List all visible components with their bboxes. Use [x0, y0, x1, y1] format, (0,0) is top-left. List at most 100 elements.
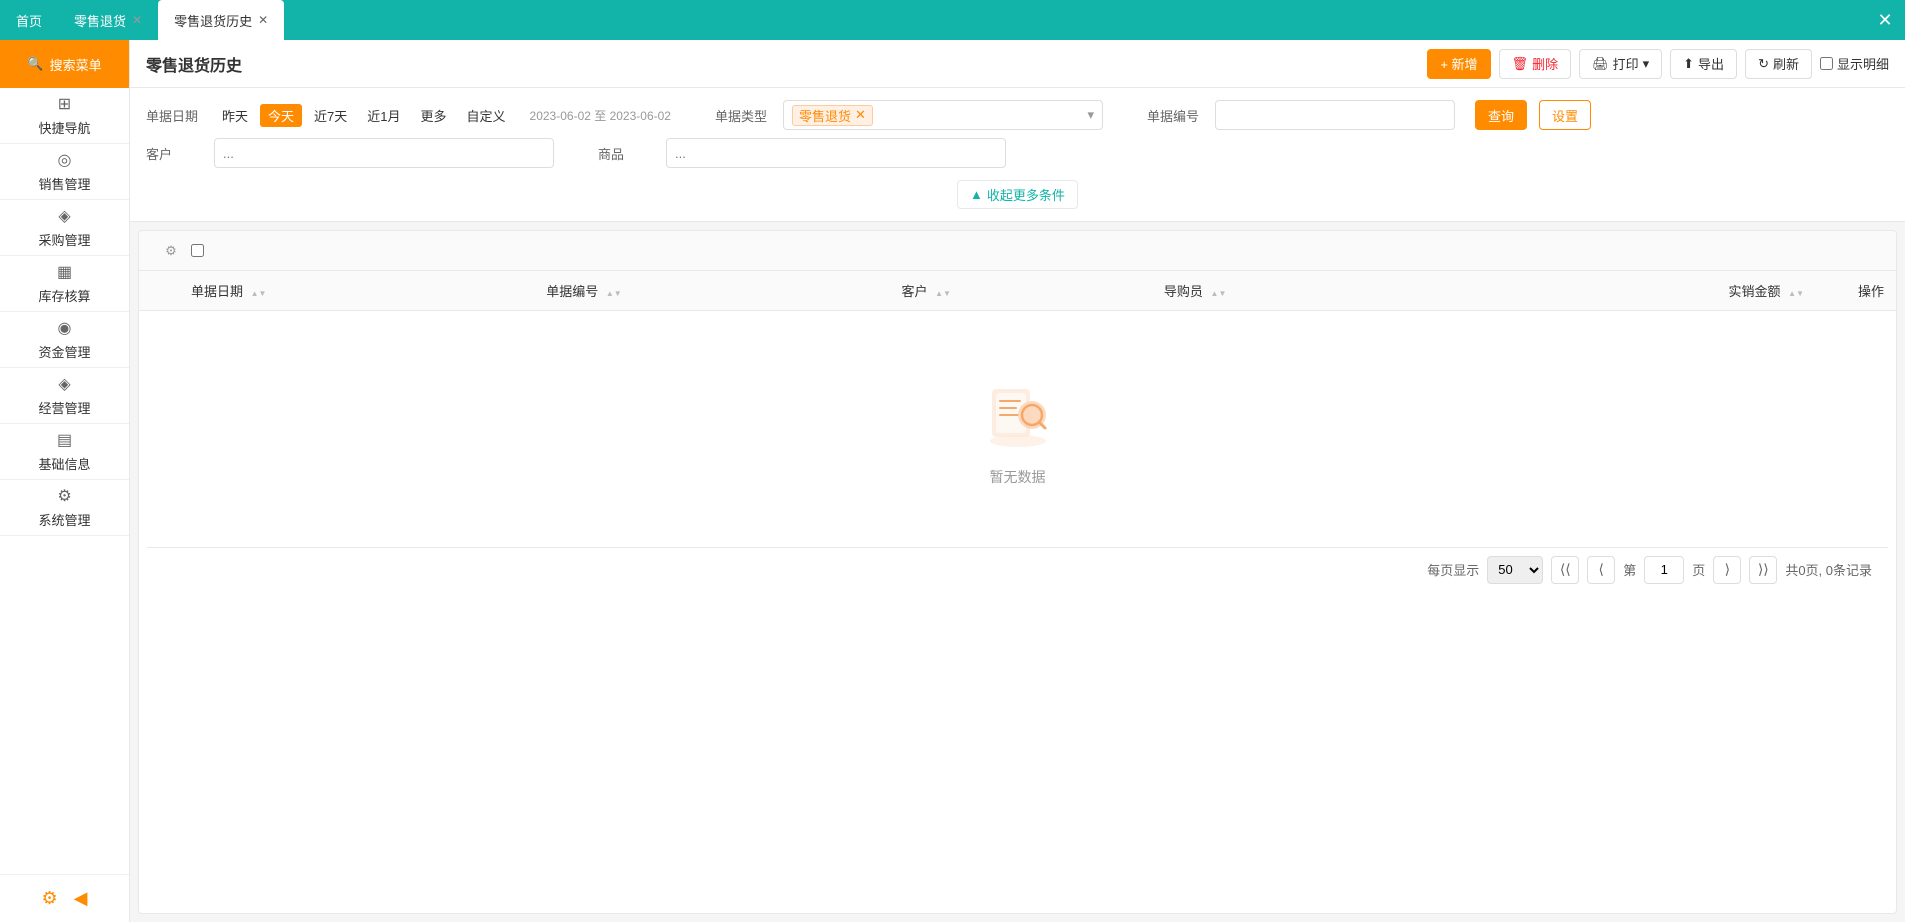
show-detail-checkbox[interactable]: [1820, 57, 1833, 70]
date-opt-1month[interactable]: 近1月: [359, 104, 408, 127]
content-area: 零售退货历史 + 新增 🗑 删除 🖨 打印 ▾ ⬆ 导出 ↻: [130, 40, 1905, 922]
date-filter-label: 单据日期: [146, 106, 202, 125]
operations-icon: ◈: [58, 374, 70, 394]
empty-state-cell: 暂无数据: [139, 311, 1896, 548]
page-number-input[interactable]: 1: [1644, 556, 1684, 584]
page-suffix: 页: [1692, 560, 1705, 579]
inventory-icon: ▦: [57, 262, 72, 282]
sidebar-item-inventory[interactable]: ▦ 库存核算: [0, 256, 129, 312]
delete-icon: 🗑: [1512, 56, 1529, 72]
date-opt-7days[interactable]: 近7天: [306, 104, 355, 127]
collapse-icon: ▲: [970, 187, 983, 202]
date-opt-yesterday[interactable]: 昨天: [214, 104, 256, 127]
type-filter-select[interactable]: 零售退货 ✕ ▾: [783, 100, 1103, 130]
doc-num-sort-icon[interactable]: ▲▼: [606, 289, 622, 298]
close-tab-retail-return[interactable]: ✕: [132, 13, 142, 27]
refresh-button[interactable]: ↻ 刷新: [1745, 49, 1812, 79]
sidebar-item-basic-info[interactable]: ▤ 基础信息: [0, 424, 129, 480]
filter-row-2: 客户 商品: [146, 138, 1889, 168]
show-detail-checkbox-label[interactable]: 显示明细: [1820, 54, 1889, 73]
print-chevron-icon: ▾: [1643, 56, 1650, 72]
type-filter-label: 单据类型: [715, 106, 771, 125]
guide-sort-icon[interactable]: ▲▼: [1211, 289, 1227, 298]
table-header-row: 单据日期 ▲▼ 单据编号 ▲▼ 客户 ▲▼ 导购员: [139, 271, 1896, 311]
amount-sort-icon[interactable]: ▲▼: [1788, 289, 1804, 298]
date-range-display: 2023-06-02 至 2023-06-02: [530, 107, 671, 124]
th-checkbox: [139, 271, 179, 311]
query-button[interactable]: 查询: [1475, 100, 1527, 130]
date-opt-today[interactable]: 今天: [260, 104, 302, 127]
customer-filter-label: 客户: [146, 144, 202, 163]
header-actions: + 新增 🗑 删除 🖨 打印 ▾ ⬆ 导出 ↻ 刷新: [1427, 49, 1889, 79]
sales-icon: ◎: [58, 150, 72, 170]
th-doc-num: 单据编号 ▲▼: [534, 271, 889, 311]
search-icon: 🔍: [27, 56, 43, 72]
sidebar-search[interactable]: 🔍 搜索菜单: [0, 40, 129, 88]
empty-text: 暂无数据: [990, 467, 1046, 487]
refresh-icon: ↻: [1758, 56, 1769, 72]
table-toolbar: ⚙: [139, 231, 1896, 271]
sidebar-item-purchase[interactable]: ◈ 采购管理: [0, 200, 129, 256]
customer-input[interactable]: [214, 138, 554, 168]
purchase-icon: ◈: [58, 206, 70, 226]
main-layout: 🔍 搜索菜单 ⊞ 快捷导航 ◎ 销售管理 ◈ 采购管理 ▦ 库存核算 ◉ 资金管…: [0, 40, 1905, 922]
export-button[interactable]: ⬆ 导出: [1670, 49, 1737, 79]
system-icon: ⚙: [57, 486, 71, 506]
sidebar-item-quick-nav[interactable]: ⊞ 快捷导航: [0, 88, 129, 144]
collapse-filter-button[interactable]: ▲ 收起更多条件: [957, 180, 1078, 209]
next-page-button[interactable]: ⟩: [1713, 556, 1741, 584]
per-page-label: 每页显示: [1427, 560, 1479, 579]
page-title: 零售退货历史: [146, 52, 1427, 76]
sidebar-item-operations[interactable]: ◈ 经营管理: [0, 368, 129, 424]
sidebar-item-finance[interactable]: ◉ 资金管理: [0, 312, 129, 368]
th-amount: 实销金额 ▲▼: [1461, 271, 1816, 311]
page-label: 第: [1623, 560, 1636, 579]
th-date: 单据日期 ▲▼: [179, 271, 534, 311]
th-customer: 客户 ▲▼: [890, 271, 1152, 311]
goods-input[interactable]: [666, 138, 1006, 168]
last-page-button[interactable]: ⟩⟩: [1749, 556, 1777, 584]
add-button[interactable]: + 新增: [1427, 49, 1490, 79]
th-guide: 导购员 ▲▼: [1152, 271, 1461, 311]
table-settings-icon[interactable]: ⚙: [151, 243, 191, 259]
tab-retail-return-history[interactable]: 零售退货历史 ✕: [158, 0, 284, 40]
print-button[interactable]: 🖨 打印 ▾: [1579, 49, 1662, 79]
pagination: 每页显示 50 100 200 ⟨⟨ ⟨ 第 1 页 ⟩ ⟩⟩ 共0页, 0条记…: [147, 547, 1888, 591]
date-options: 昨天 今天 近7天 近1月 更多 自定义: [214, 104, 514, 127]
date-sort-icon[interactable]: ▲▼: [251, 289, 267, 298]
prev-page-button[interactable]: ⟨: [1587, 556, 1615, 584]
collapse-sidebar-icon[interactable]: ◀: [74, 888, 88, 909]
table-body: 暂无数据: [139, 311, 1896, 548]
goods-filter-label: 商品: [598, 144, 654, 163]
total-records: 共0页, 0条记录: [1785, 560, 1872, 579]
tab-home[interactable]: 首页: [0, 0, 58, 40]
customer-sort-icon[interactable]: ▲▼: [935, 289, 951, 298]
tab-retail-return[interactable]: 零售退货 ✕: [58, 0, 158, 40]
top-tab-bar: 首页 零售退货 ✕ 零售退货历史 ✕ ✕: [0, 0, 1905, 40]
empty-state-icon: [978, 371, 1058, 451]
doc-num-filter-label: 单据编号: [1147, 106, 1203, 125]
date-opt-custom[interactable]: 自定义: [459, 104, 514, 127]
first-page-button[interactable]: ⟨⟨: [1551, 556, 1579, 584]
collapse-area: ▲ 收起更多条件: [146, 176, 1889, 209]
close-tab-retail-return-history[interactable]: ✕: [258, 13, 268, 27]
basic-info-icon: ▤: [57, 430, 72, 450]
per-page-select[interactable]: 50 100 200: [1487, 556, 1543, 584]
settings-icon[interactable]: ⚙: [42, 888, 58, 909]
delete-button[interactable]: 🗑 删除: [1499, 49, 1572, 79]
doc-num-input[interactable]: [1215, 100, 1455, 130]
th-actions: 操作: [1816, 271, 1896, 311]
sidebar-item-sales[interactable]: ◎ 销售管理: [0, 144, 129, 200]
type-filter-chevron: ▾: [1087, 107, 1094, 123]
page-header: 零售退货历史 + 新增 🗑 删除 🖨 打印 ▾ ⬆ 导出 ↻: [130, 40, 1905, 88]
table-container: ⚙ 单据日期 ▲▼ 单据编号 ▲▼: [138, 230, 1897, 914]
select-all-checkbox[interactable]: [191, 244, 204, 257]
settings-filter-button[interactable]: 设置: [1539, 100, 1591, 130]
window-close-button[interactable]: ✕: [1865, 0, 1905, 40]
data-table: 单据日期 ▲▼ 单据编号 ▲▼ 客户 ▲▼ 导购员: [139, 271, 1896, 547]
type-filter-tag: 零售退货 ✕: [792, 105, 873, 126]
sidebar-bottom: ⚙ ◀: [0, 874, 129, 922]
remove-type-tag[interactable]: ✕: [855, 107, 866, 123]
sidebar-item-system[interactable]: ⚙ 系统管理: [0, 480, 129, 536]
date-opt-more[interactable]: 更多: [413, 104, 455, 127]
